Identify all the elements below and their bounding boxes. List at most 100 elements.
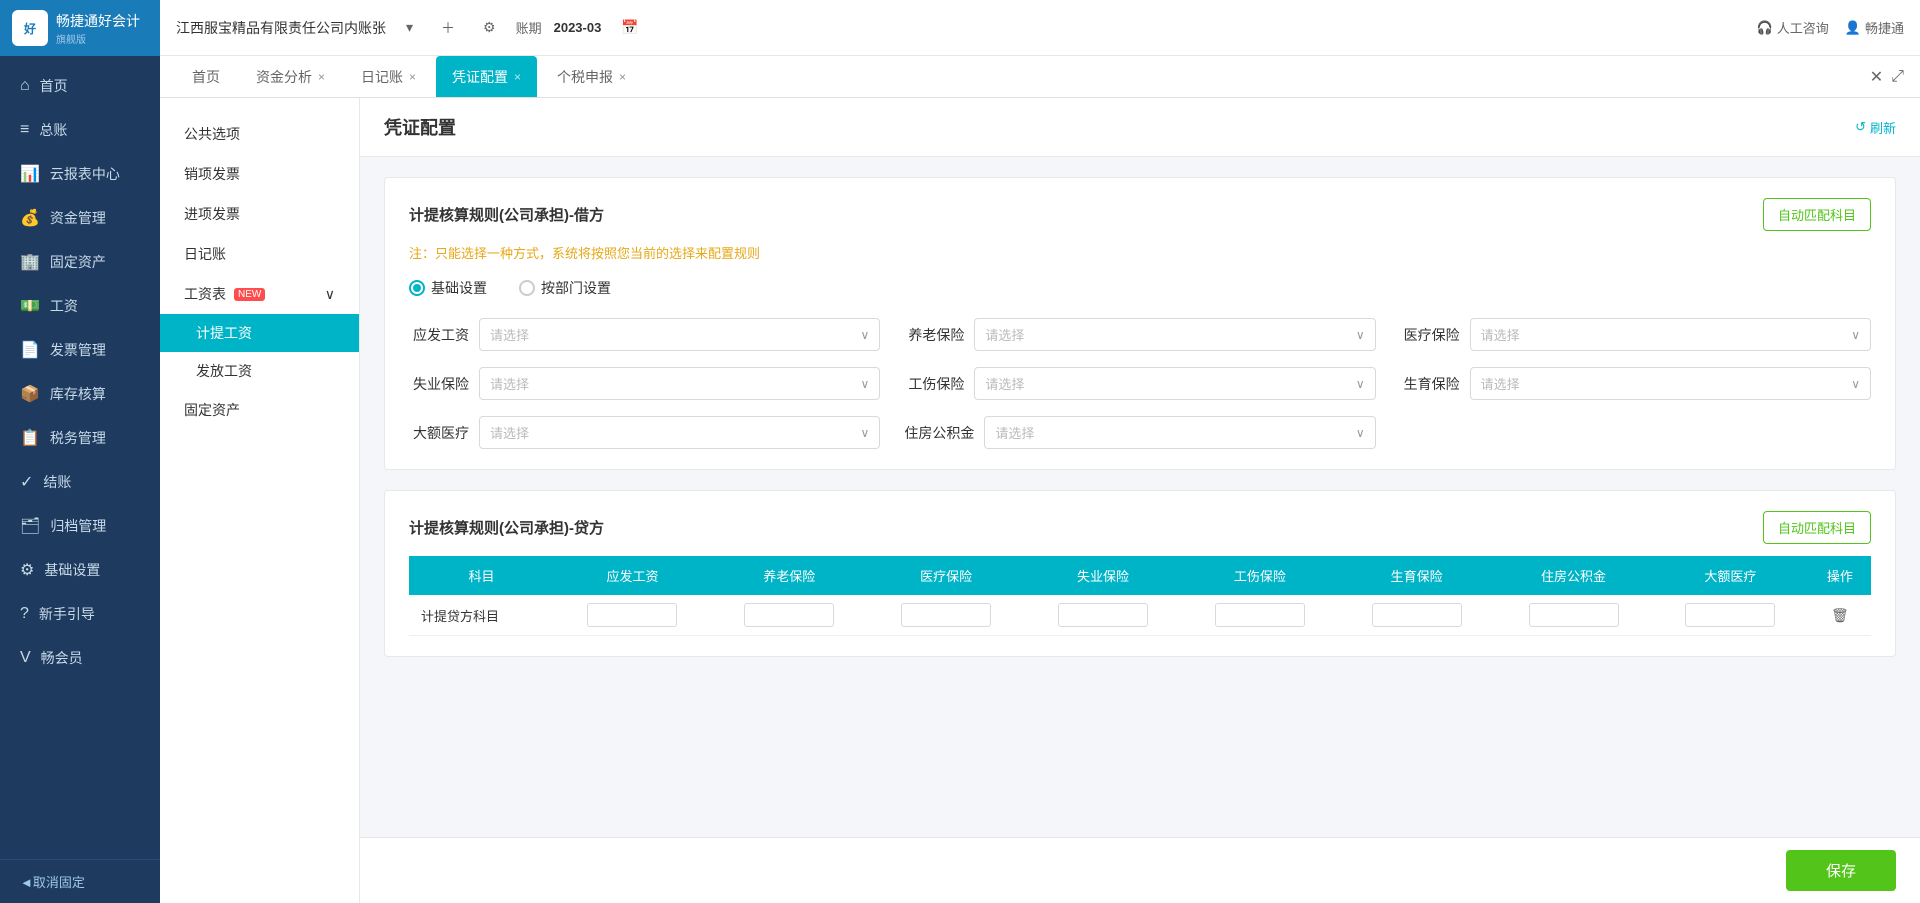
- tab-voucher-close[interactable]: ×: [514, 70, 521, 84]
- medical-select[interactable]: 请选择 ∨: [1470, 318, 1871, 351]
- birth-select[interactable]: 请选择 ∨: [1470, 367, 1871, 400]
- tab-tax-close[interactable]: ×: [619, 70, 626, 84]
- left-menu-fixed-assets[interactable]: 固定资产: [160, 390, 359, 430]
- sidebar-item-invoice[interactable]: 📄 发票管理: [0, 328, 160, 372]
- form-item-injury: 工伤保险 请选择 ∨: [904, 367, 1375, 400]
- sidebar-item-salary[interactable]: 💵 工资: [0, 284, 160, 328]
- input-housing[interactable]: [1529, 603, 1619, 627]
- left-menu-purchase-invoice[interactable]: 进项发票: [160, 194, 359, 234]
- left-menu-public[interactable]: 公共选项: [160, 114, 359, 154]
- input-birth[interactable]: [1372, 603, 1462, 627]
- tab-home[interactable]: 首页: [176, 56, 236, 97]
- add-account-button[interactable]: ＋: [433, 14, 463, 42]
- form-item-unemployment: 失业保险 请选择 ∨: [409, 367, 880, 400]
- sidebar: 好 畅捷通好会计 旗舰版 ⌂ 首页 ≡ 总账 📊 云报表中心 💰 资金管理 🏢 …: [0, 0, 160, 903]
- input-salary[interactable]: [587, 603, 677, 627]
- sidebar-item-settle[interactable]: ✓ 结账: [0, 460, 160, 504]
- home-icon: ⌂: [20, 77, 30, 95]
- radio-basic[interactable]: 基础设置: [409, 278, 487, 298]
- tab-journal-close[interactable]: ×: [409, 70, 416, 84]
- left-menu-journal[interactable]: 日记账: [160, 234, 359, 274]
- user-label: 畅捷通: [1865, 18, 1904, 37]
- tab-tax-report[interactable]: 个税申报 ×: [541, 56, 642, 97]
- sidebar-item-member[interactable]: V 畅会员: [0, 636, 160, 680]
- housing-select[interactable]: 请选择 ∨: [984, 416, 1375, 449]
- member-icon: V: [20, 649, 31, 667]
- th-big-medical: 大额医疗: [1652, 556, 1809, 595]
- right-content: 凭证配置 ↺ 刷新 计提核算规则(公司承担)-借方 自动匹配科目 注：只能选择一…: [360, 98, 1920, 903]
- radio-dept-label: 按部门设置: [541, 278, 611, 298]
- close-tab-button[interactable]: ✕: [1870, 67, 1883, 87]
- row-subject: 计提贷方科目: [409, 595, 554, 636]
- input-big-medical[interactable]: [1685, 603, 1775, 627]
- sidebar-item-archive[interactable]: 🗂 归档管理: [0, 504, 160, 548]
- pension-select[interactable]: 请选择 ∨: [974, 318, 1375, 351]
- injury-select[interactable]: 请选择 ∨: [974, 367, 1375, 400]
- page-header: 凭证配置 ↺ 刷新: [360, 98, 1920, 157]
- sidebar-item-inventory[interactable]: 📦 库存核算: [0, 372, 160, 416]
- radio-basic-dot: [413, 284, 421, 292]
- row-salary: [554, 595, 711, 636]
- radio-dept[interactable]: 按部门设置: [519, 278, 611, 298]
- salary-placeholder: 请选择: [490, 325, 529, 344]
- injury-placeholder: 请选择: [985, 374, 1024, 393]
- sidebar-item-basic[interactable]: ⚙ 基础设置: [0, 548, 160, 592]
- left-menu-salary-table[interactable]: 工资表 NEW ∨: [160, 274, 359, 314]
- consult-button[interactable]: 🎧 人工咨询: [1757, 18, 1829, 37]
- big-medical-select[interactable]: 请选择 ∨: [479, 416, 880, 449]
- tab-capital-analysis[interactable]: 资金分析 ×: [240, 56, 341, 97]
- tab-tax-label: 个税申报: [557, 67, 613, 87]
- sidebar-item-tax[interactable]: 📋 税务管理: [0, 416, 160, 460]
- input-medical[interactable]: [901, 603, 991, 627]
- calendar-button[interactable]: 📅: [613, 15, 646, 40]
- settings-button[interactable]: ⚙: [475, 15, 504, 40]
- inventory-icon: 📦: [20, 384, 40, 404]
- input-pension[interactable]: [744, 603, 834, 627]
- save-button[interactable]: 保存: [1786, 850, 1896, 891]
- company-dropdown-button[interactable]: ▾: [398, 15, 421, 40]
- sidebar-item-guide[interactable]: ? 新手引导: [0, 592, 160, 636]
- cancel-fixed-label: ◄取消固定: [20, 872, 85, 891]
- sidebar-item-capital[interactable]: 💰 资金管理: [0, 196, 160, 240]
- tab-capital-close[interactable]: ×: [318, 70, 325, 84]
- consult-label: 人工咨询: [1777, 18, 1829, 37]
- logo-title: 畅捷通好会计: [56, 11, 140, 31]
- housing-placeholder: 请选择: [995, 423, 1034, 442]
- sidebar-item-ledger[interactable]: ≡ 总账: [0, 108, 160, 152]
- tax-icon: 📋: [20, 428, 40, 448]
- cancel-fixed-button[interactable]: ◄取消固定: [0, 859, 160, 903]
- sidebar-item-fixed[interactable]: 🏢 固定资产: [0, 240, 160, 284]
- debit-auto-match-button[interactable]: 自动匹配科目: [1763, 198, 1871, 231]
- delete-row-button[interactable]: 🗑: [1831, 607, 1849, 623]
- sidebar-label-ledger: 总账: [39, 120, 67, 140]
- refresh-button[interactable]: ↺ 刷新: [1855, 118, 1896, 137]
- tab-voucher-config[interactable]: 凭证配置 ×: [436, 56, 537, 97]
- salary-select[interactable]: 请选择 ∨: [479, 318, 880, 351]
- fixed-assets-label: 固定资产: [184, 400, 240, 420]
- left-menu-calc-salary[interactable]: 计提工资: [160, 314, 359, 352]
- input-unemployment[interactable]: [1058, 603, 1148, 627]
- expand-button[interactable]: ⤢: [1891, 67, 1904, 87]
- guide-icon: ?: [20, 605, 29, 623]
- sidebar-item-reports[interactable]: 📊 云报表中心: [0, 152, 160, 196]
- credit-section-title: 计提核算规则(公司承担)-贷方: [409, 517, 604, 538]
- salary-label: 应发工资: [409, 325, 469, 345]
- unemployment-select[interactable]: 请选择 ∨: [479, 367, 880, 400]
- left-menu-sales-invoice[interactable]: 销项发票: [160, 154, 359, 194]
- tab-journal[interactable]: 日记账 ×: [345, 56, 432, 97]
- sidebar-item-home[interactable]: ⌂ 首页: [0, 64, 160, 108]
- tab-voucher-label: 凭证配置: [452, 67, 508, 87]
- medical-label: 医疗保险: [1400, 325, 1460, 345]
- radio-basic-label: 基础设置: [431, 278, 487, 298]
- medical-placeholder: 请选择: [1481, 325, 1520, 344]
- credit-auto-match-button[interactable]: 自动匹配科目: [1763, 511, 1871, 544]
- basic-icon: ⚙: [20, 560, 34, 580]
- user-button[interactable]: 👤 畅捷通: [1845, 18, 1904, 37]
- sidebar-label-tax: 税务管理: [50, 428, 106, 448]
- th-subject: 科目: [409, 556, 554, 595]
- input-injury[interactable]: [1215, 603, 1305, 627]
- unemployment-placeholder: 请选择: [490, 374, 529, 393]
- topbar-right: 🎧 人工咨询 👤 畅捷通: [1757, 18, 1904, 37]
- left-menu-pay-salary[interactable]: 发放工资: [160, 352, 359, 390]
- save-bar: 保存: [360, 837, 1920, 903]
